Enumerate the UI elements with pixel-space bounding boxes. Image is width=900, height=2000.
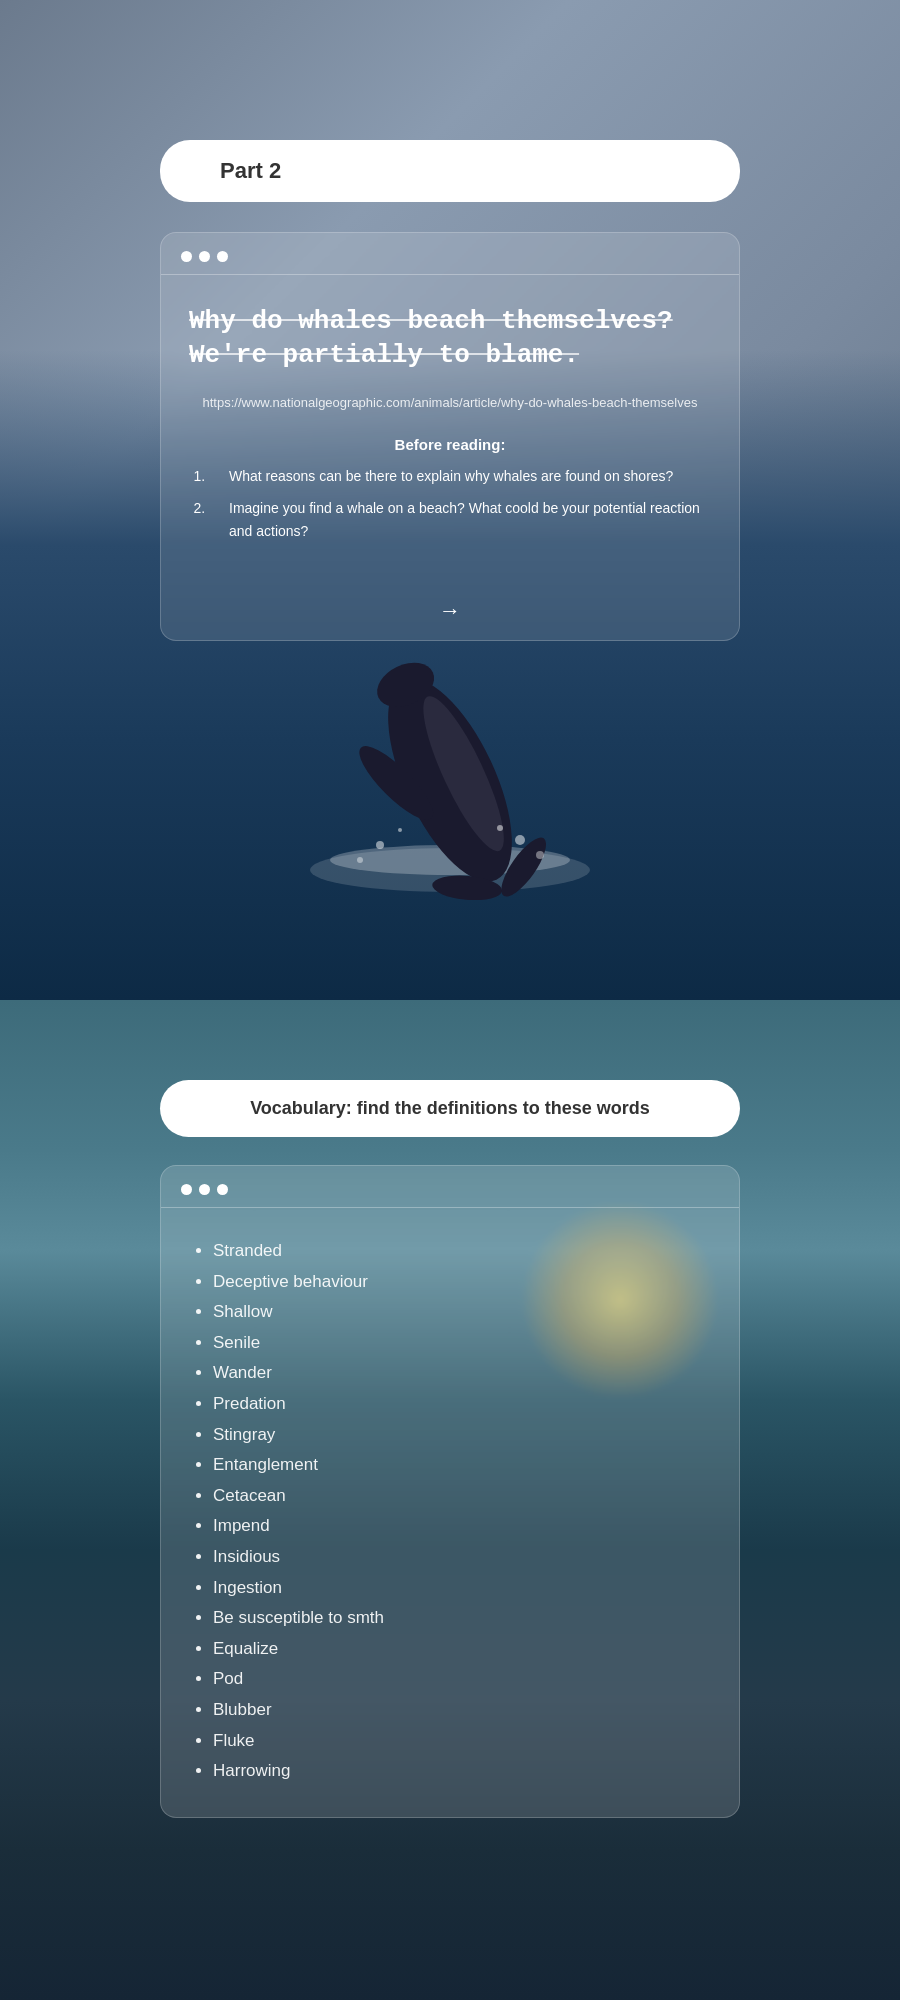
svg-point-13 [497,825,503,831]
vocabulary-list: StrandedDeceptive behaviourShallowSenile… [189,1236,711,1787]
vocab-word-16: Blubber [213,1695,711,1726]
vocab-word-9: Cetacean [213,1481,711,1512]
vocab-word-15: Pod [213,1664,711,1695]
vocab-dot-2 [199,1184,210,1195]
dot-2 [199,251,210,262]
article-url[interactable]: https://www.nationalgeographic.com/anima… [189,393,711,413]
vocab-word-12: Ingestion [213,1573,711,1604]
vocab-word-2: Deceptive behaviour [213,1267,711,1298]
part2-label: Part 2 [160,140,740,202]
pre-reading-questions: What reasons can be there to explain why… [189,465,711,542]
vocab-word-14: Equalize [213,1634,711,1665]
vocab-dot-1 [181,1184,192,1195]
article-title: Why do whales beach themselves? We're pa… [189,305,711,373]
vocab-dot-3 [217,1184,228,1195]
vocab-word-8: Entanglement [213,1450,711,1481]
vocab-word-13: Be susceptible to smth [213,1603,711,1634]
vocab-word-1: Stranded [213,1236,711,1267]
vocab-card-dots-row [161,1166,739,1208]
question-1: What reasons can be there to explain why… [209,465,711,487]
vocab-list-container: StrandedDeceptive behaviourShallowSenile… [161,1208,739,1817]
bottom-section: Vocabulary: find the definitions to thes… [0,1000,900,2000]
dot-3 [217,251,228,262]
svg-point-9 [515,835,525,845]
svg-point-8 [376,841,384,849]
card-body: Why do whales beach themselves? We're pa… [161,275,739,582]
question-2: Imagine you find a whale on a beach? Wha… [209,497,711,542]
vocab-word-7: Stingray [213,1420,711,1451]
svg-point-12 [398,828,402,832]
vocab-word-10: Impend [213,1511,711,1542]
question-1-text: What reasons can be there to explain why… [229,468,673,484]
vocab-word-18: Harrowing [213,1756,711,1787]
vocab-word-4: Senile [213,1328,711,1359]
svg-point-10 [357,857,363,863]
dot-1 [181,251,192,262]
vocab-word-3: Shallow [213,1297,711,1328]
top-section: Part 2 Why do whales beach themselves? W… [0,0,900,1000]
vocab-word-17: Fluke [213,1726,711,1757]
vocab-instruction-label: Vocabulary: find the definitions to thes… [160,1080,740,1137]
card-arrow[interactable]: → [161,582,739,640]
svg-point-11 [536,851,544,859]
vocab-instruction-text: Vocabulary: find the definitions to thes… [250,1098,650,1118]
question-2-text: Imagine you find a whale on a beach? Wha… [229,500,700,538]
vocabulary-card: StrandedDeceptive behaviourShallowSenile… [160,1165,740,1818]
vocab-word-11: Insidious [213,1542,711,1573]
vocab-word-5: Wander [213,1358,711,1389]
card-dots-row [161,233,739,275]
part2-text: Part 2 [220,158,281,183]
vocab-word-6: Predation [213,1389,711,1420]
before-reading-label: Before reading: [189,436,711,453]
article-card: Why do whales beach themselves? We're pa… [160,232,740,641]
